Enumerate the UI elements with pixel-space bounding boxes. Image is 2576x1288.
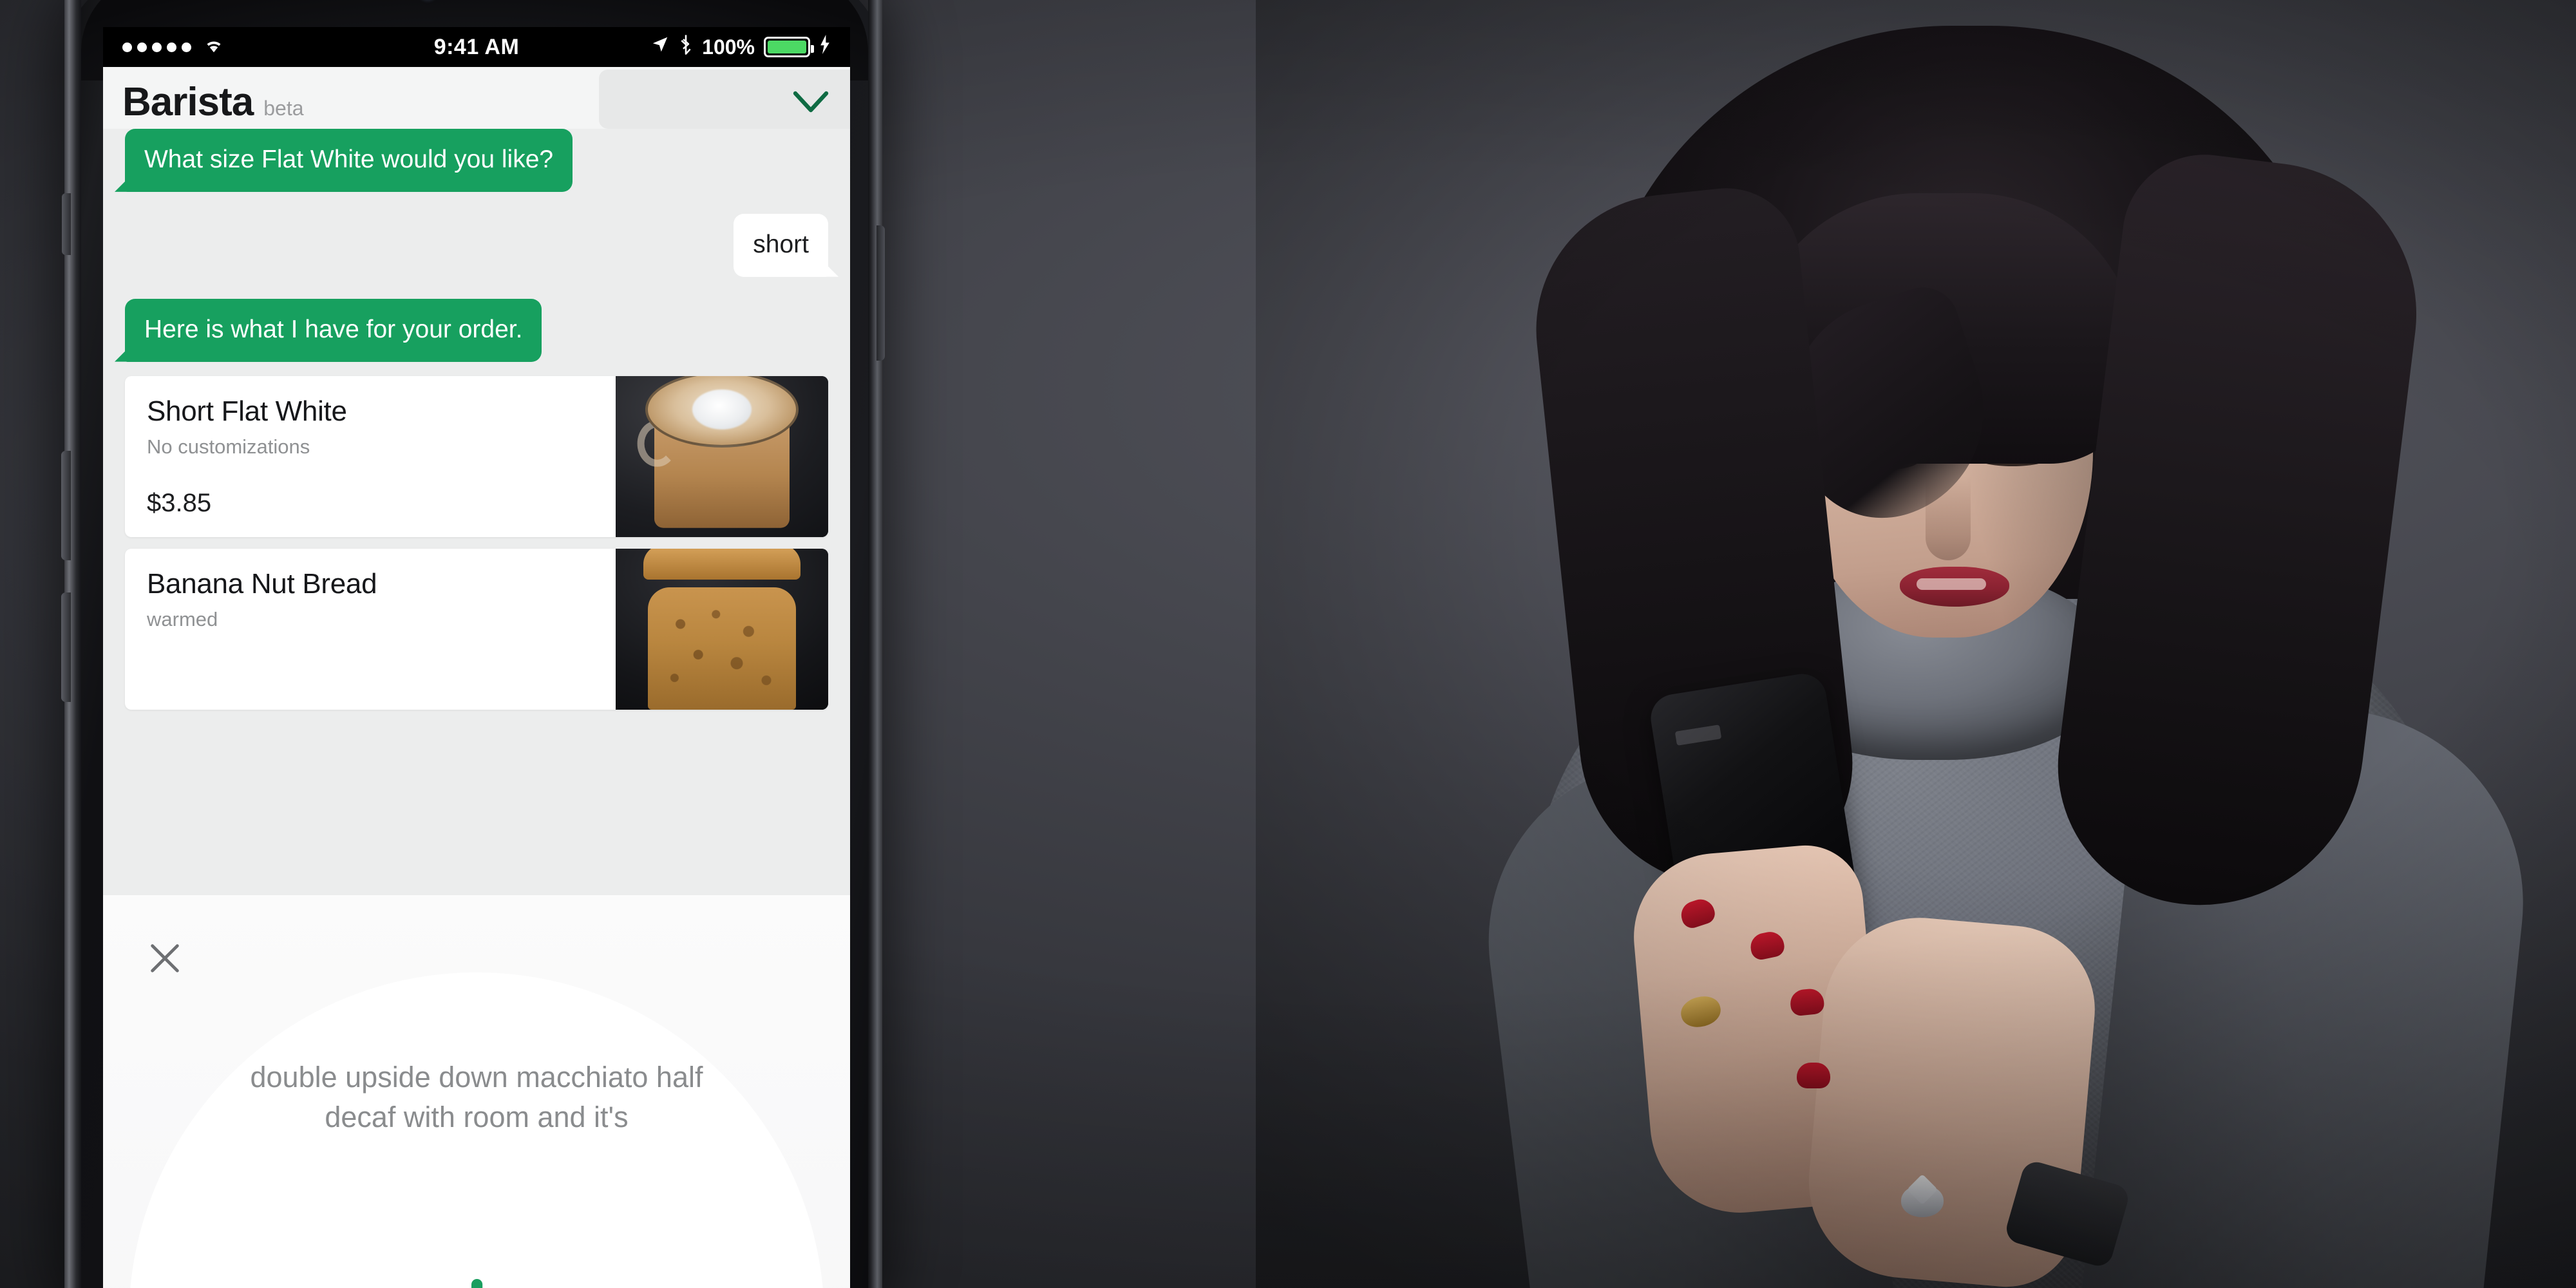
chat-row: short (103, 213, 850, 277)
lightning-bolt-icon (819, 35, 831, 59)
voice-transcript: double upside down macchiato half decaf … (250, 1061, 703, 1134)
order-item-card[interactable]: Short Flat White No customizations $3.85 (125, 375, 828, 537)
beta-badge: beta (263, 97, 304, 120)
order-item-customization: No customizations (147, 435, 310, 458)
chevron-down-icon[interactable] (788, 80, 833, 125)
microphone-icon[interactable] (448, 1267, 506, 1288)
chat-row: What size Flat White would you like? (103, 129, 850, 192)
chat-row: Here is what I have for your order. (103, 298, 850, 362)
chat-thread: What size Flat White would you like? sho… (103, 129, 850, 837)
status-time: 9:41 AM (433, 34, 520, 59)
power-button[interactable] (876, 225, 885, 361)
order-summary-list: Short Flat White No customizations $3.85 (103, 375, 850, 710)
phone-screen: 9:41 AM 100% Barista beta What size Flat… (103, 27, 850, 1288)
order-item-name: Short Flat White (147, 395, 347, 427)
banana-nut-bread-photo (616, 548, 828, 710)
battery-full-icon (764, 37, 814, 57)
app-header: Barista beta (103, 67, 850, 138)
chat-bubble-user: short (734, 213, 828, 277)
battery-percent: 100% (702, 35, 755, 59)
mute-switch[interactable] (62, 193, 71, 255)
phone-right-rail (868, 0, 882, 1288)
phone-device: 9:41 AM 100% Barista beta What size Flat… (61, 0, 885, 1288)
flat-white-photo (616, 375, 828, 537)
voice-input-overlay: double upside down macchiato half decaf … (103, 895, 850, 1288)
order-item-name: Banana Nut Bread (147, 567, 377, 600)
close-x-icon[interactable] (140, 934, 189, 983)
order-item-card[interactable]: Banana Nut Bread warmed (125, 548, 828, 710)
order-item-customization: warmed (147, 607, 218, 630)
location-arrow-icon (650, 35, 670, 59)
ios-status-bar: 9:41 AM 100% (103, 27, 850, 67)
chat-bubble-bot: Here is what I have for your order. (125, 298, 542, 362)
order-item-price (147, 690, 616, 710)
volume-up-button[interactable] (61, 451, 71, 560)
volume-down-button[interactable] (61, 592, 71, 702)
bluetooth-icon (679, 34, 693, 60)
chat-bubble-bot: What size Flat White would you like? (125, 129, 573, 192)
page-title: Barista (122, 80, 254, 124)
wifi-icon (203, 35, 225, 59)
order-item-price: $3.85 (147, 488, 212, 517)
signal-dots-icon (122, 42, 191, 52)
